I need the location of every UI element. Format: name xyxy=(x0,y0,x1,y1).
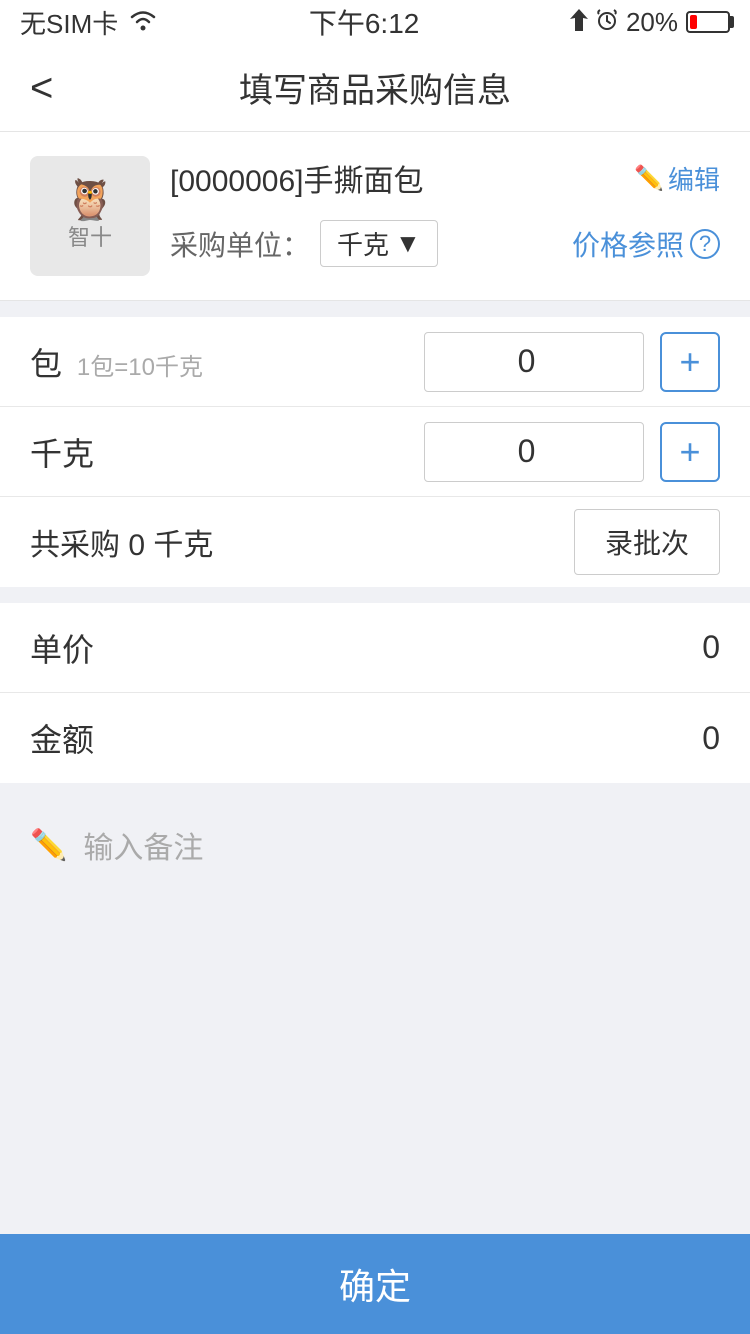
wifi-icon xyxy=(128,7,158,38)
alarm-icon xyxy=(596,7,618,38)
unit-label: 采购单位： 千克 ▼ xyxy=(170,220,438,267)
bao-label: 包 1包=10千克 xyxy=(30,339,203,385)
chevron-down-icon: ▼ xyxy=(395,228,421,259)
unit-value: 千克 xyxy=(337,225,389,262)
confirm-button[interactable]: 确定 xyxy=(0,1234,750,1334)
product-name: [0000006]手撕面包 xyxy=(170,156,423,200)
kg-input-row: 千克 + xyxy=(0,407,750,497)
price-section: 单价 0 金额 0 xyxy=(0,603,750,783)
kg-input-right: + xyxy=(190,422,720,482)
location-icon xyxy=(570,7,588,38)
kg-plus-button[interactable]: + xyxy=(660,422,720,482)
amount-label: 金额 xyxy=(30,715,94,761)
bao-input[interactable] xyxy=(424,332,644,392)
bao-input-row: 包 1包=10千克 + xyxy=(0,317,750,407)
page-title: 填写商品采购信息 xyxy=(239,63,511,112)
carrier-label: 无SIM卡 xyxy=(20,4,118,41)
product-image-text: 智十 xyxy=(68,220,112,252)
product-card: 🦉 智十 [0000006]手撕面包 ✏️ 编辑 采购单位： 千克 ▼ 价格参照… xyxy=(0,132,750,301)
edit-label: 编辑 xyxy=(668,160,720,197)
amount-row: 金额 0 xyxy=(0,693,750,783)
back-button[interactable]: < xyxy=(30,68,53,108)
separator-2 xyxy=(0,587,750,603)
status-left: 无SIM卡 xyxy=(20,4,158,41)
input-section: 包 1包=10千克 + 千克 + xyxy=(0,317,750,497)
product-name-row: [0000006]手撕面包 ✏️ 编辑 xyxy=(170,156,720,200)
kg-input[interactable] xyxy=(424,422,644,482)
remark-placeholder: 输入备注 xyxy=(83,823,203,867)
bao-input-right: + xyxy=(203,332,720,392)
pencil-icon: ✏️ xyxy=(30,828,67,863)
bao-sublabel: 1包=10千克 xyxy=(77,354,203,381)
summary-text: 共采购 0 千克 xyxy=(30,520,213,564)
battery-percent: 20% xyxy=(626,7,678,38)
record-batch-button[interactable]: 录批次 xyxy=(574,509,720,575)
edit-icon: ✏️ xyxy=(634,164,664,193)
remark-section[interactable]: ✏️ 输入备注 xyxy=(0,799,750,891)
unit-price-value: 0 xyxy=(702,629,720,666)
bottom-space xyxy=(0,891,750,1151)
status-right: 20% xyxy=(570,7,730,38)
price-ref-question-icon: ? xyxy=(690,229,720,259)
product-info: [0000006]手撕面包 ✏️ 编辑 采购单位： 千克 ▼ 价格参照 ? xyxy=(170,156,720,267)
product-unit-row: 采购单位： 千克 ▼ 价格参照 ? xyxy=(170,220,720,267)
edit-button[interactable]: ✏️ 编辑 xyxy=(634,160,720,197)
unit-price-label: 单价 xyxy=(30,625,94,671)
amount-value: 0 xyxy=(702,720,720,757)
status-time: 下午6:12 xyxy=(309,2,420,42)
confirm-label: 确定 xyxy=(339,1258,411,1310)
separator-1 xyxy=(0,301,750,317)
battery-icon xyxy=(686,11,730,33)
kg-label: 千克 xyxy=(30,429,190,475)
bao-label-text: 包 xyxy=(30,346,62,382)
product-owl-icon: 🦉 xyxy=(65,180,115,220)
product-image: 🦉 智十 xyxy=(30,156,150,276)
price-ref-button[interactable]: 价格参照 ? xyxy=(572,224,720,264)
price-ref-label: 价格参照 xyxy=(572,224,684,264)
summary-row: 共采购 0 千克 录批次 xyxy=(0,497,750,587)
bao-plus-button[interactable]: + xyxy=(660,332,720,392)
unit-label-text: 采购单位： xyxy=(170,224,310,264)
unit-select-dropdown[interactable]: 千克 ▼ xyxy=(320,220,438,267)
status-bar: 无SIM卡 下午6:12 20% xyxy=(0,0,750,44)
unit-price-row: 单价 0 xyxy=(0,603,750,693)
nav-bar: < 填写商品采购信息 xyxy=(0,44,750,132)
